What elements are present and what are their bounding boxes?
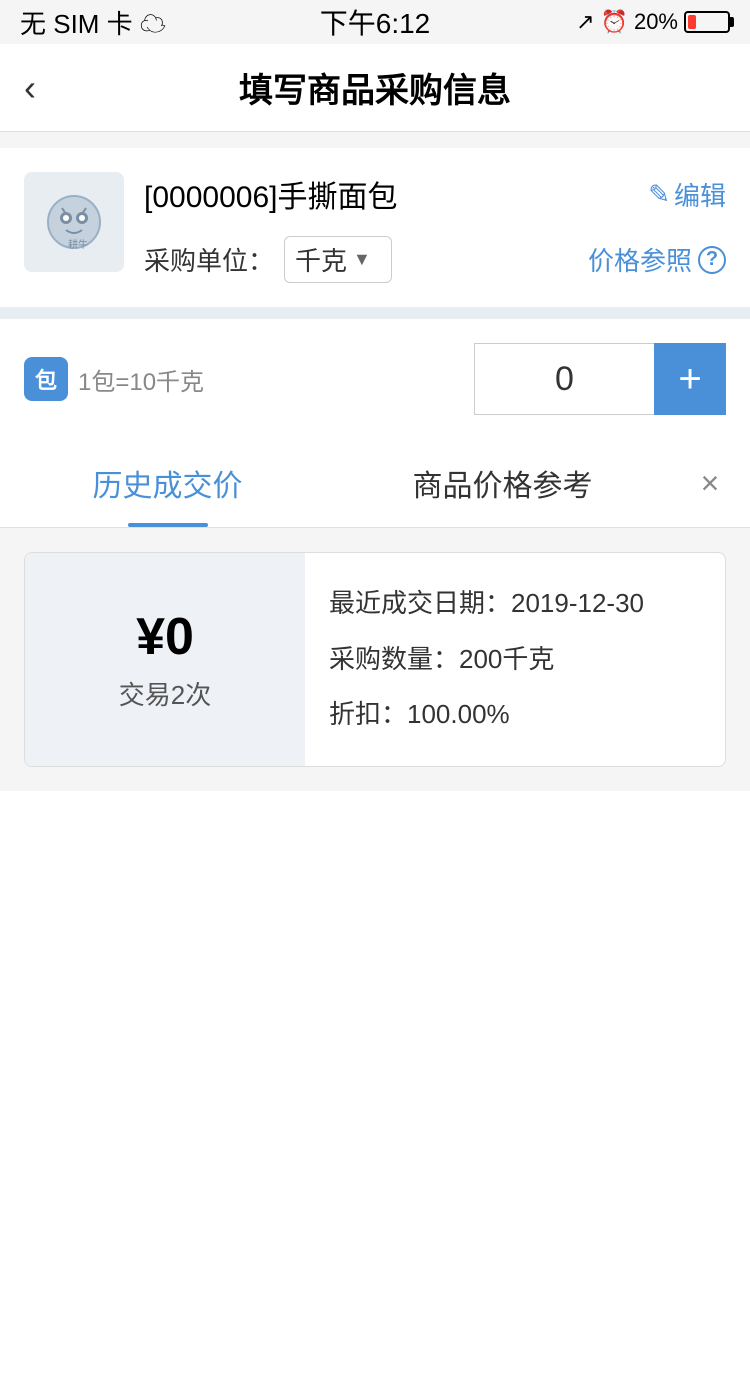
price-card: ¥0 交易2次 最近成交日期：2019-12-30 采购数量：200千克 折扣：… — [24, 552, 726, 767]
bottom-space — [0, 791, 750, 1391]
price-value: ¥0 — [136, 607, 194, 667]
recent-date-row: 最近成交日期：2019-12-30 — [329, 583, 701, 625]
tabs-header: 历史成交价 商品价格参考 × — [0, 439, 750, 528]
battery-percent: 20% — [634, 9, 678, 35]
battery-icon — [684, 11, 730, 33]
alarm-icon: ⏰ — [601, 9, 628, 35]
tab-history-price-label: 历史成交价 — [93, 461, 243, 505]
edit-button[interactable]: ✎ 编辑 — [648, 176, 726, 213]
status-time: 下午6:12 — [320, 2, 431, 42]
unit-select-value: 千克 — [295, 241, 347, 278]
price-transactions: 交易2次 — [119, 675, 211, 712]
recent-date-label: 最近成交日期： — [329, 588, 511, 618]
location-icon: ↗ — [576, 9, 594, 35]
page-title: 填写商品采购信息 — [239, 63, 511, 112]
tab-product-price-ref[interactable]: 商品价格参考 — [335, 439, 670, 527]
product-details: [0000006]手撕面包 ✎ 编辑 采购单位： 千克 ▼ 价格参照 ? — [144, 172, 726, 283]
nav-bar: ‹ 填写商品采购信息 — [0, 44, 750, 132]
tab-history-price[interactable]: 历史成交价 — [0, 439, 335, 527]
quantity-value: 200千克 — [459, 644, 554, 674]
price-currency-symbol: ¥ — [136, 608, 165, 666]
discount-label: 折扣： — [329, 699, 407, 729]
discount-row: 折扣：100.00% — [329, 694, 701, 736]
quantity-plus-button[interactable]: + — [654, 343, 726, 415]
unit-badge: 包 — [24, 357, 68, 401]
quantity-input[interactable] — [474, 343, 654, 415]
edit-label: 编辑 — [674, 176, 726, 213]
product-name: [0000006]手撕面包 — [144, 172, 397, 216]
purchase-unit-label: 采购单位： — [144, 241, 274, 278]
product-section: 耕牛 [0000006]手撕面包 ✎ 编辑 采购单位： 千克 ▼ — [0, 148, 750, 307]
back-button[interactable]: ‹ — [24, 67, 36, 109]
recent-date-value: 2019-12-30 — [511, 588, 644, 618]
svg-text:耕牛: 耕牛 — [68, 238, 88, 251]
quantity-row: 采购数量：200千克 — [329, 639, 701, 681]
product-logo-icon: 耕牛 — [44, 192, 104, 252]
price-reference-button[interactable]: 价格参照 ? — [588, 241, 726, 278]
status-bar: 无 SIM 卡 ☁ 下午6:12 ↗ ⏰ 20% — [0, 0, 750, 44]
quantity-label: 采购数量： — [329, 644, 459, 674]
quantity-section: 包 1包=10千克 + — [0, 319, 750, 439]
tab-product-price-ref-label: 商品价格参考 — [413, 461, 593, 505]
price-card-right: 最近成交日期：2019-12-30 采购数量：200千克 折扣：100.00% — [305, 553, 725, 766]
info-icon: ? — [698, 246, 726, 274]
tabs-section: 历史成交价 商品价格参考 × ¥0 交易2次 最近成交日期：2019-12-30… — [0, 439, 750, 791]
discount-value: 100.00% — [407, 699, 510, 729]
status-network: 无 SIM 卡 ☁ — [20, 4, 166, 41]
product-thumbnail: 耕牛 — [24, 172, 124, 272]
edit-icon: ✎ — [648, 179, 670, 210]
section-divider — [0, 307, 750, 319]
price-cards-container: ¥0 交易2次 最近成交日期：2019-12-30 采购数量：200千克 折扣：… — [0, 528, 750, 791]
quantity-control: + — [474, 343, 726, 415]
tab-close-button[interactable]: × — [670, 439, 750, 527]
unit-conversion-text: 1包=10千克 — [78, 362, 204, 397]
price-card-left: ¥0 交易2次 — [25, 553, 305, 766]
unit-select-dropdown[interactable]: 千克 ▼ — [284, 236, 392, 283]
status-right-icons: ↗ ⏰ 20% — [576, 9, 730, 35]
dropdown-arrow-icon: ▼ — [353, 249, 371, 270]
price-amount: 0 — [165, 608, 194, 666]
price-ref-label: 价格参照 — [588, 241, 692, 278]
unit-info: 包 1包=10千克 — [24, 357, 204, 401]
